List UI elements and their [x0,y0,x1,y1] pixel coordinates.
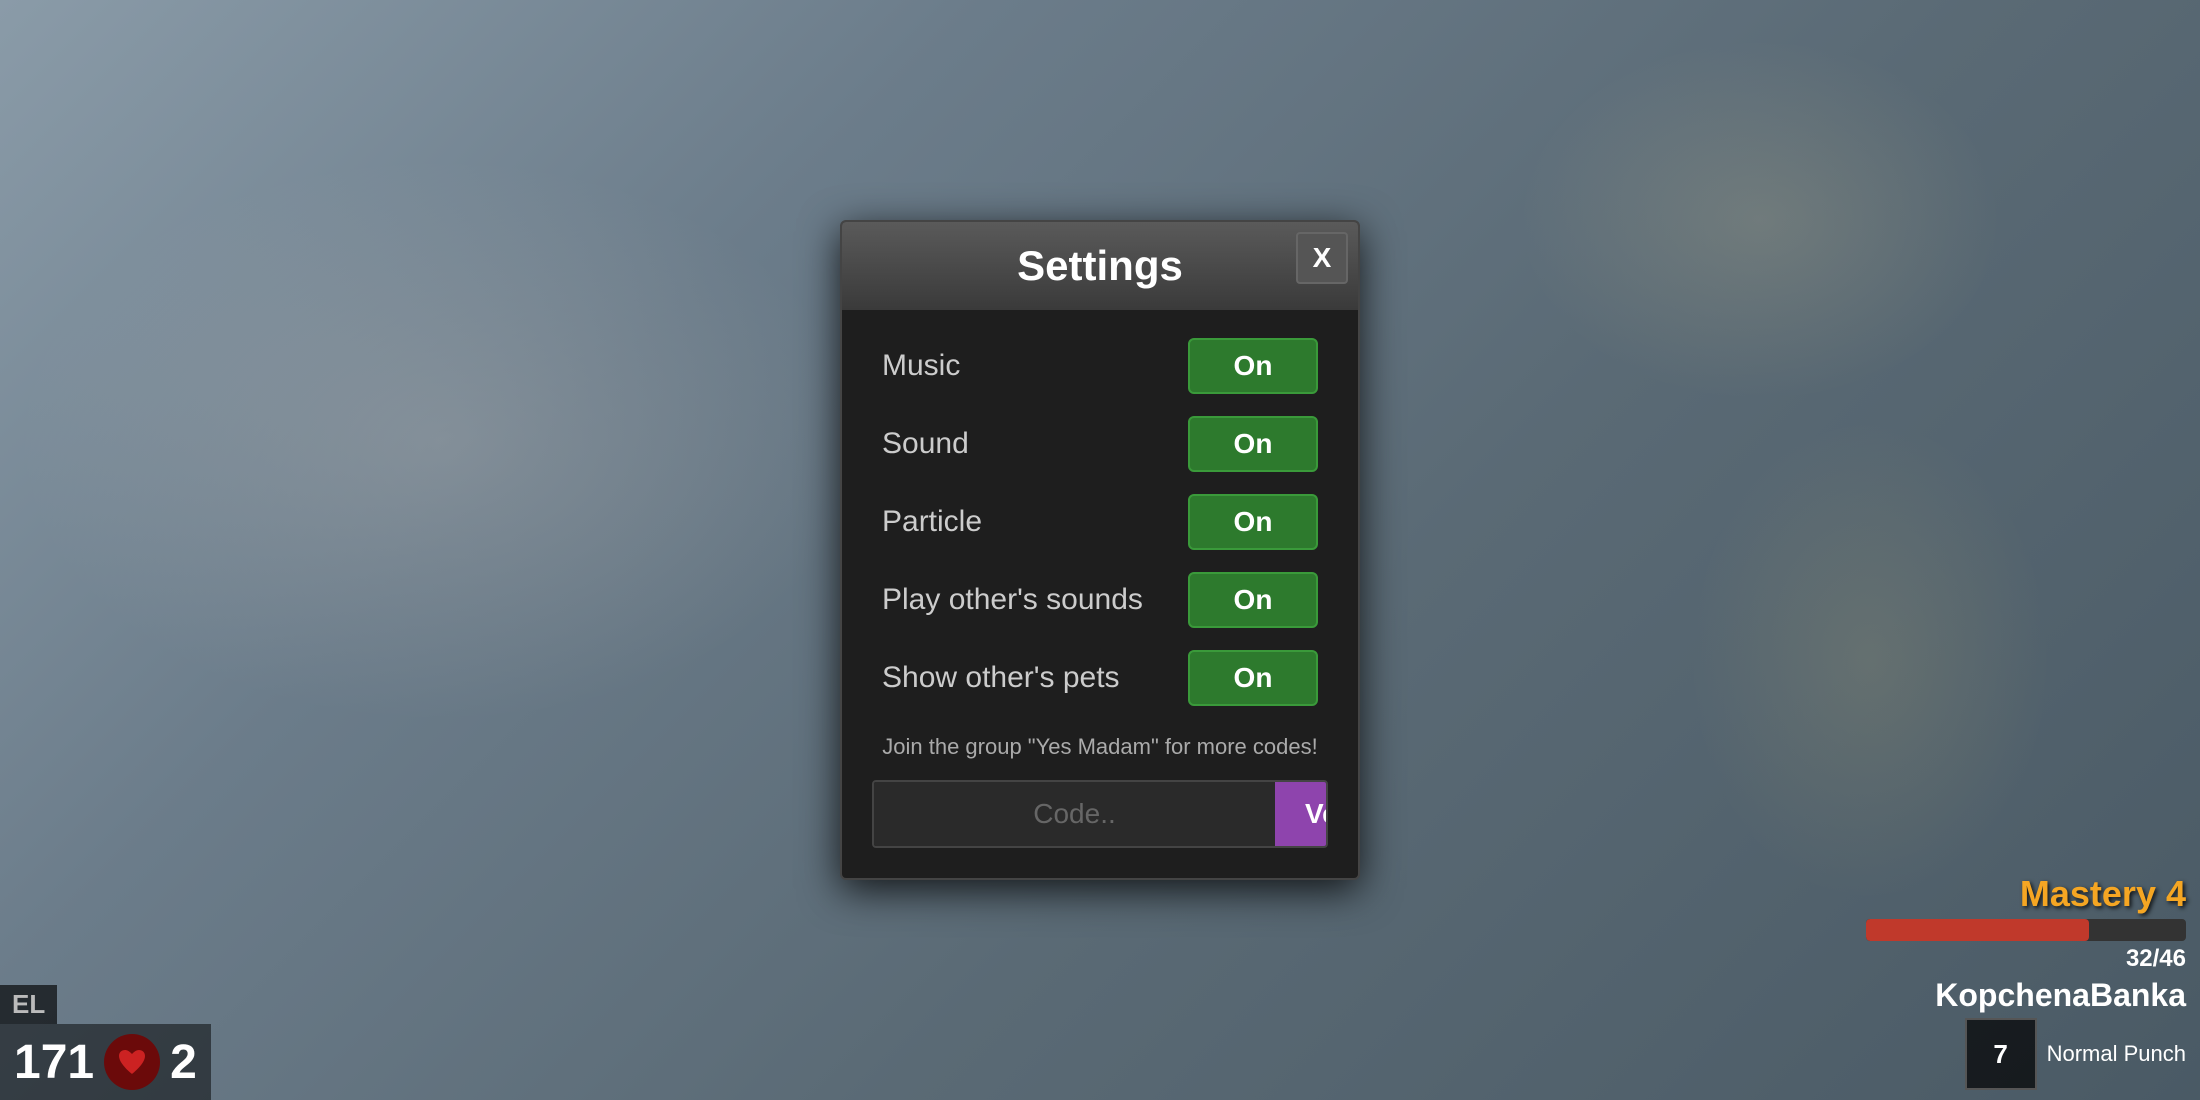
setting-row-music: Music On [882,330,1318,402]
code-input[interactable] [874,782,1275,846]
skill-name: Normal Punch [2047,1041,2186,1067]
hud-bottom-right: Mastery 4 32/46 KopchenaBanka 7 Normal P… [1852,863,2200,1100]
particle-label: Particle [882,505,982,539]
settings-modal: Settings X Music On Sound On Particle On… [840,220,1360,880]
mastery-label: Mastery 4 [2020,873,2186,915]
sound-toggle[interactable]: On [1188,416,1318,472]
setting-row-show-others-pets: Show other's pets On [882,642,1318,714]
modal-title: Settings [1017,242,1183,290]
heart-svg [117,1048,147,1076]
player-name: KopchenaBanka [1935,977,2186,1014]
code-section: Verify [872,780,1328,848]
music-label: Music [882,349,960,383]
music-toggle[interactable]: On [1188,338,1318,394]
el-label: EL [0,985,57,1024]
hp-display: 2 [170,1035,197,1090]
verify-button[interactable]: Verify [1275,782,1328,846]
setting-row-particle: Particle On [882,486,1318,558]
promo-text: Join the group "Yes Madam" for more code… [842,714,1358,770]
sound-label: Sound [882,427,969,461]
play-others-sounds-label: Play other's sounds [882,583,1143,617]
mastery-progress: 32/46 [2126,945,2186,973]
mastery-bar-fill [1866,919,2089,941]
show-others-pets-toggle[interactable]: On [1188,650,1318,706]
level-display: 171 [14,1035,94,1090]
setting-row-play-others-sounds: Play other's sounds On [882,564,1318,636]
modal-header: Settings X [842,222,1358,310]
setting-row-sound: Sound On [882,408,1318,480]
play-others-sounds-toggle[interactable]: On [1188,572,1318,628]
particle-toggle[interactable]: On [1188,494,1318,550]
show-others-pets-label: Show other's pets [882,661,1120,695]
close-button[interactable]: X [1296,232,1348,284]
skill-number-box[interactable]: 7 [1965,1018,2037,1090]
heart-icon [104,1034,160,1090]
settings-list: Music On Sound On Particle On Play other… [842,330,1358,714]
mastery-bar-container [1866,919,2186,941]
hud-bottom-left: EL 171 2 [0,985,211,1100]
